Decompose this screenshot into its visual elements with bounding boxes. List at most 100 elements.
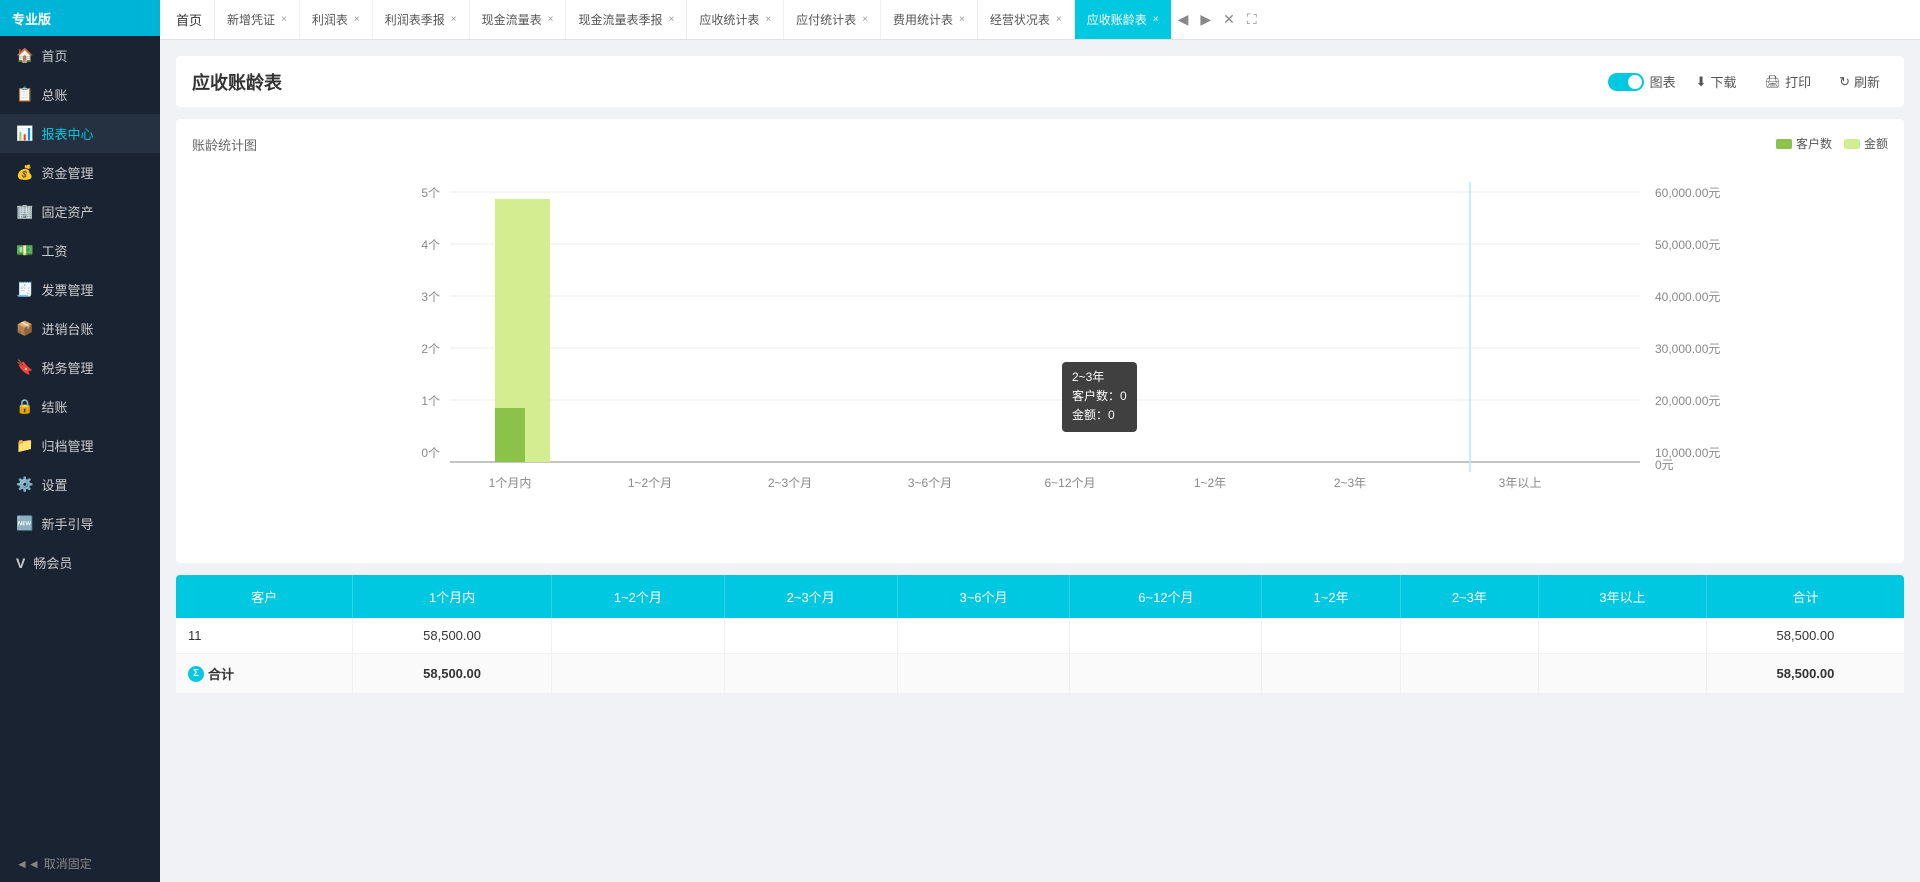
tab-aging[interactable]: 应收账龄表 × xyxy=(1075,0,1172,40)
sidebar-label-home: 首页 xyxy=(41,46,67,65)
legend-customer-color xyxy=(1776,139,1792,149)
tab-home-label: 首页 xyxy=(176,10,202,29)
sidebar-item-sales[interactable]: 📦 进销台账 xyxy=(0,309,160,348)
tab-bar: 首页 新增凭证 × 利润表 × 利润表季报 × 现金流量表 × 现金流量表季报 … xyxy=(160,0,1920,40)
sales-icon: 📦 xyxy=(16,320,33,337)
chart-toggle[interactable] xyxy=(1608,73,1644,91)
sidebar-item-archive[interactable]: 📁 归档管理 xyxy=(0,426,160,465)
tab-receivable-stat[interactable]: 应收统计表 × xyxy=(687,0,784,40)
svg-text:3个: 3个 xyxy=(421,290,440,304)
total-1m: 58,500.00 xyxy=(353,654,552,694)
col-total: 合计 xyxy=(1706,575,1904,618)
tab-profit-quarter-close[interactable]: × xyxy=(451,14,457,25)
tab-profit-close[interactable]: × xyxy=(354,14,360,25)
svg-text:20,000.00元: 20,000.00元 xyxy=(1655,394,1720,408)
cell-12y xyxy=(1262,618,1400,654)
refresh-icon: ↻ xyxy=(1839,74,1850,90)
tab-expense-stat-close[interactable]: × xyxy=(959,14,965,25)
tab-profit-label: 利润表 xyxy=(312,11,348,28)
chart-toggle-label: 图表 xyxy=(1650,72,1676,91)
col-23m: 2~3个月 xyxy=(724,575,897,618)
chart-svg-wrapper: 5个 4个 3个 2个 1个 0个 60,000.00元 50,000.00元 … xyxy=(192,162,1888,547)
tab-aging-label: 应收账龄表 xyxy=(1087,11,1147,28)
sidebar: 专业版 🏠 首页 📋 总账 📊 报表中心 💰 资金管理 🏢 固定资产 💵 工资 … xyxy=(0,0,160,882)
sidebar-item-funds[interactable]: 💰 资金管理 xyxy=(0,153,160,192)
total-12m xyxy=(551,654,724,694)
chart-container: 账龄统计图 客户数 金额 5个 4个 3个 2个 1个 xyxy=(176,119,1904,563)
sidebar-item-vip[interactable]: V 畅会员 xyxy=(0,543,160,582)
tab-payable-stat[interactable]: 应付统计表 × xyxy=(784,0,881,40)
tax-icon: 🔖 xyxy=(16,359,33,376)
sidebar-item-payroll[interactable]: 💵 工资 xyxy=(0,231,160,270)
ledger-icon: 📋 xyxy=(16,86,33,103)
sidebar-label-reports: 报表中心 xyxy=(41,124,93,143)
print-icon: 🖨 xyxy=(1765,74,1782,90)
refresh-button[interactable]: ↻ 刷新 xyxy=(1831,68,1888,95)
chart-svg: 5个 4个 3个 2个 1个 0个 60,000.00元 50,000.00元 … xyxy=(192,162,1888,542)
tab-close-all-button[interactable]: ✕ xyxy=(1217,11,1241,28)
cell-612m xyxy=(1070,618,1262,654)
sidebar-item-settings[interactable]: ⚙️ 设置 xyxy=(0,465,160,504)
page-header: 应收账龄表 图表 ⬇ 下载 🖨 打印 ↻ 刷新 xyxy=(176,56,1904,107)
tab-home[interactable]: 首页 xyxy=(164,0,215,40)
tab-next-button[interactable]: ▶ xyxy=(1194,11,1217,28)
svg-text:3年以上: 3年以上 xyxy=(1499,476,1542,490)
tab-payable-stat-close[interactable]: × xyxy=(862,14,868,25)
tab-cashflow-quarter[interactable]: 现金流量表季报 × xyxy=(566,0,687,40)
col-12y: 1~2年 xyxy=(1262,575,1400,618)
cell-36m xyxy=(897,618,1070,654)
tab-receivable-stat-label: 应收统计表 xyxy=(699,11,759,28)
svg-text:0个: 0个 xyxy=(421,446,440,460)
reports-icon: 📊 xyxy=(16,125,33,142)
tab-expand-button[interactable]: ⛶ xyxy=(1241,11,1263,28)
table-container: 客户 1个月内 1~2个月 2~3个月 3~6个月 6~12个月 1~2年 2~… xyxy=(176,575,1904,694)
sidebar-item-home[interactable]: 🏠 首页 xyxy=(0,36,160,75)
data-table: 客户 1个月内 1~2个月 2~3个月 3~6个月 6~12个月 1~2年 2~… xyxy=(176,575,1904,694)
sidebar-item-ledger[interactable]: 📋 总账 xyxy=(0,75,160,114)
fixed-assets-icon: 🏢 xyxy=(16,203,33,220)
tab-operation-stat-close[interactable]: × xyxy=(1056,14,1062,25)
tab-voucher-close[interactable]: × xyxy=(281,14,287,25)
sidebar-item-guide[interactable]: 🆕 新手引导 xyxy=(0,504,160,543)
sidebar-label-ledger: 总账 xyxy=(41,85,67,104)
svg-text:40,000.00元: 40,000.00元 xyxy=(1655,290,1720,304)
sidebar-item-tax[interactable]: 🔖 税务管理 xyxy=(0,348,160,387)
download-icon: ⬇ xyxy=(1696,74,1707,90)
legend-customer: 客户数 xyxy=(1776,135,1832,152)
tab-receivable-stat-close[interactable]: × xyxy=(765,14,771,25)
sidebar-item-close[interactable]: 🔒 结账 xyxy=(0,387,160,426)
sidebar-label-sales: 进销台账 xyxy=(41,319,93,338)
cell-23y xyxy=(1400,618,1538,654)
main-area: 首页 新增凭证 × 利润表 × 利润表季报 × 现金流量表 × 现金流量表季报 … xyxy=(160,0,1920,882)
table-total-row: Σ 合计 58,500.00 58,500.00 xyxy=(176,654,1904,694)
tab-operation-stat[interactable]: 经营状况表 × xyxy=(978,0,1075,40)
download-button[interactable]: ⬇ 下载 xyxy=(1688,68,1745,95)
tab-cashflow-quarter-label: 现金流量表季报 xyxy=(578,11,662,28)
tab-cashflow-quarter-close[interactable]: × xyxy=(668,14,674,25)
sidebar-item-invoice[interactable]: 🧾 发票管理 xyxy=(0,270,160,309)
col-customer: 客户 xyxy=(176,575,353,618)
unpin-button[interactable]: ◄◄ 取消固定 xyxy=(0,845,160,882)
sidebar-item-fixed-assets[interactable]: 🏢 固定资产 xyxy=(0,192,160,231)
svg-text:3~6个月: 3~6个月 xyxy=(908,476,952,490)
bar-customer-1m xyxy=(495,408,525,462)
tab-prev-button[interactable]: ◀ xyxy=(1172,11,1195,28)
tab-cashflow[interactable]: 现金流量表 × xyxy=(470,0,567,40)
tab-profit-quarter[interactable]: 利润表季报 × xyxy=(373,0,470,40)
total-total: 58,500.00 xyxy=(1706,654,1904,694)
total-23m xyxy=(724,654,897,694)
tab-aging-close[interactable]: × xyxy=(1153,14,1159,25)
refresh-label: 刷新 xyxy=(1854,72,1880,91)
tab-expense-stat[interactable]: 费用统计表 × xyxy=(881,0,978,40)
tab-cashflow-label: 现金流量表 xyxy=(482,11,542,28)
svg-text:2~3个月: 2~3个月 xyxy=(768,476,812,490)
tab-profit[interactable]: 利润表 × xyxy=(300,0,373,40)
tab-cashflow-close[interactable]: × xyxy=(548,14,554,25)
print-button[interactable]: 🖨 打印 xyxy=(1757,68,1820,95)
col-12m: 1~2个月 xyxy=(551,575,724,618)
invoice-icon: 🧾 xyxy=(16,281,33,298)
sidebar-item-reports[interactable]: 📊 报表中心 xyxy=(0,114,160,153)
cell-23m xyxy=(724,618,897,654)
col-3yplus: 3年以上 xyxy=(1539,575,1707,618)
tab-voucher[interactable]: 新增凭证 × xyxy=(215,0,300,40)
